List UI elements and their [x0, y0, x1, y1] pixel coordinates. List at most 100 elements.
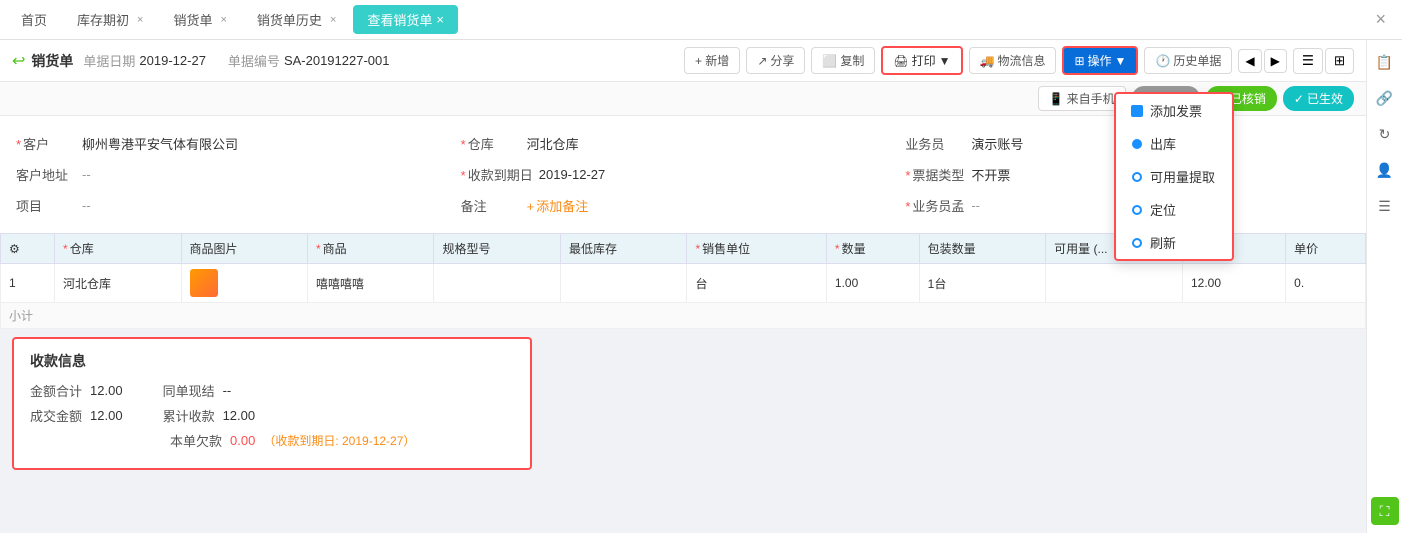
tab-home[interactable]: 首页 [8, 3, 60, 36]
row-product: 嘻嘻嘻嘻 [307, 264, 433, 303]
row-spec [434, 264, 560, 303]
window-close-button[interactable]: × [1367, 9, 1394, 30]
summary-row-1: 金额合计 12.00 同单现结 -- [30, 381, 514, 400]
share-icon: ↗ [757, 54, 767, 68]
add-invoice-icon [1130, 104, 1144, 118]
avail-extract-icon [1130, 170, 1144, 184]
add-invoice-item[interactable]: 添加发票 [1116, 94, 1232, 127]
sidebar-doc-icon[interactable]: 📋 [1371, 48, 1399, 76]
row-pkg-qty: 1台 [919, 264, 1045, 303]
sidebar-list-icon[interactable]: ☰ [1371, 192, 1399, 220]
same-order-settlement-item: 同单现结 -- [163, 381, 232, 400]
nav-arrows: ◀ ▶ [1238, 49, 1286, 73]
sidebar-expand-icon[interactable]: ⛶ [1371, 497, 1399, 525]
close-sales-history[interactable]: × [330, 14, 336, 26]
row-avail [1046, 264, 1183, 303]
date-field: 单据日期 2019-12-27 [83, 51, 206, 70]
col-price: 单价 [1286, 234, 1366, 264]
from-mobile-button[interactable]: 📱 来自手机 [1038, 86, 1126, 111]
row-min-stock [560, 264, 686, 303]
total-amount-value: 12.00 [90, 383, 123, 398]
summary-title: 收款信息 [30, 351, 514, 371]
sidebar-user-icon[interactable]: 👤 [1371, 156, 1399, 184]
operations-dropdown-icon: ▼ [1115, 54, 1127, 68]
col-settings[interactable]: ⚙ [1, 234, 55, 264]
total-amount-item: 金额合计 12.00 [30, 381, 123, 400]
accumulated-receipt-item: 累计收款 12.00 [163, 406, 256, 425]
salesperson-value: -- [971, 198, 980, 213]
due-date-field: 收款到期日 2019-12-27 [461, 165, 906, 184]
close-view-sales[interactable]: × [436, 12, 444, 27]
customer-label: 客户 [16, 134, 76, 153]
balance-due-suffix: （收款到期日: 2019-12-27） [263, 432, 415, 449]
customer-value: 柳州粤港平安气体有限公司 [82, 134, 238, 153]
outbound-item[interactable]: 出库 [1116, 127, 1232, 160]
product-image [190, 269, 218, 297]
row-unit: 台 [687, 264, 826, 303]
col-qty: 数量 [826, 234, 919, 264]
staff-label: 业务员 [905, 134, 965, 153]
refresh-item[interactable]: 刷新 [1116, 226, 1232, 259]
col-min-stock: 最低库存 [560, 234, 686, 264]
note-label: 备注 [461, 196, 521, 215]
effective-button[interactable]: ✓ 已生效 [1283, 86, 1354, 111]
sidebar-refresh-icon[interactable]: ↻ [1371, 120, 1399, 148]
copy-button[interactable]: ⬜ 复制 [811, 47, 875, 74]
tab-view-sales[interactable]: 查看销货单 × [353, 5, 458, 34]
row-warehouse: 河北仓库 [55, 264, 181, 303]
copy-icon: ⬜ [822, 54, 837, 68]
due-date-value: 2019-12-27 [539, 167, 606, 182]
tab-bar: 首页 库存期初 × 销货单 × 销货单历史 × 查看销货单 × × [0, 0, 1402, 40]
view-grid-button[interactable]: ⊞ [1325, 48, 1354, 74]
doc-icon: ↩ [12, 51, 25, 71]
summary-box: 收款信息 金额合计 12.00 同单现结 -- 成交金额 12.00 累计收款 [12, 337, 532, 470]
same-order-value: -- [223, 383, 232, 398]
refresh-icon [1130, 236, 1144, 250]
accumulated-label: 累计收款 [163, 406, 215, 425]
tab-sales-history[interactable]: 销货单历史 × [244, 3, 349, 36]
logistics-icon: 🚚 [980, 54, 995, 68]
close-inventory-init[interactable]: × [137, 14, 143, 26]
print-dropdown-icon: ▼ [939, 54, 951, 68]
row-product-img [181, 264, 307, 303]
history-icon: 🕐 [1155, 54, 1170, 68]
outbound-icon [1130, 137, 1144, 151]
view-list-button[interactable]: ☰ [1293, 48, 1323, 74]
address-field: 客户地址 -- [16, 165, 461, 184]
warehouse-value: 河北仓库 [527, 134, 579, 153]
logistics-button[interactable]: 🚚 物流信息 [969, 47, 1057, 74]
add-note-button[interactable]: 添加备注 [527, 196, 589, 215]
summary-row-2: 成交金额 12.00 累计收款 12.00 [30, 406, 514, 425]
next-button[interactable]: ▶ [1264, 49, 1287, 73]
doc-title: 销货单 [31, 51, 73, 71]
locate-item[interactable]: 定位 [1116, 193, 1232, 226]
col-unit: 销售单位 [687, 234, 826, 264]
row-qty: 1.00 [826, 264, 919, 303]
toolbar: ↩ 销货单 单据日期 2019-12-27 单据编号 SA-20191227-0… [0, 40, 1366, 82]
view-toggle: ☰ ⊞ [1293, 48, 1354, 74]
history-button[interactable]: 🕐 历史单据 [1144, 47, 1232, 74]
address-label: 客户地址 [16, 165, 76, 184]
prev-button[interactable]: ◀ [1238, 49, 1261, 73]
print-button[interactable]: 🖨 打印 ▼ [881, 46, 962, 75]
tab-sales-order[interactable]: 销货单 × [160, 3, 239, 36]
placeholder-item [30, 431, 130, 450]
invoice-label: 票据类型 [905, 165, 965, 184]
add-button[interactable]: + 新增 [684, 47, 740, 74]
avail-extract-item[interactable]: 可用量提取 [1116, 160, 1232, 193]
close-sales-order[interactable]: × [220, 14, 226, 26]
doc-no-field: 单据编号 SA-20191227-001 [228, 51, 390, 70]
operations-grid-icon: ⊞ [1074, 54, 1084, 68]
col-warehouse: 仓库 [55, 234, 181, 264]
right-sidebar: 📋 🔗 ↻ 👤 ☰ ⛶ [1366, 40, 1402, 533]
row-stock: 12.00 [1183, 264, 1286, 303]
tab-inventory-init[interactable]: 库存期初 × [64, 3, 156, 36]
operations-button[interactable]: ⊞ 操作 ▼ [1062, 46, 1138, 75]
share-button[interactable]: ↗ 分享 [746, 47, 805, 74]
subtotal-row: 小计 [1, 303, 1366, 329]
deal-amount-label: 成交金额 [30, 406, 82, 425]
sidebar-link-icon[interactable]: 🔗 [1371, 84, 1399, 112]
same-order-label: 同单现结 [163, 381, 215, 400]
print-icon: 🖨 [893, 54, 908, 68]
mobile-icon: 📱 [1049, 92, 1064, 106]
